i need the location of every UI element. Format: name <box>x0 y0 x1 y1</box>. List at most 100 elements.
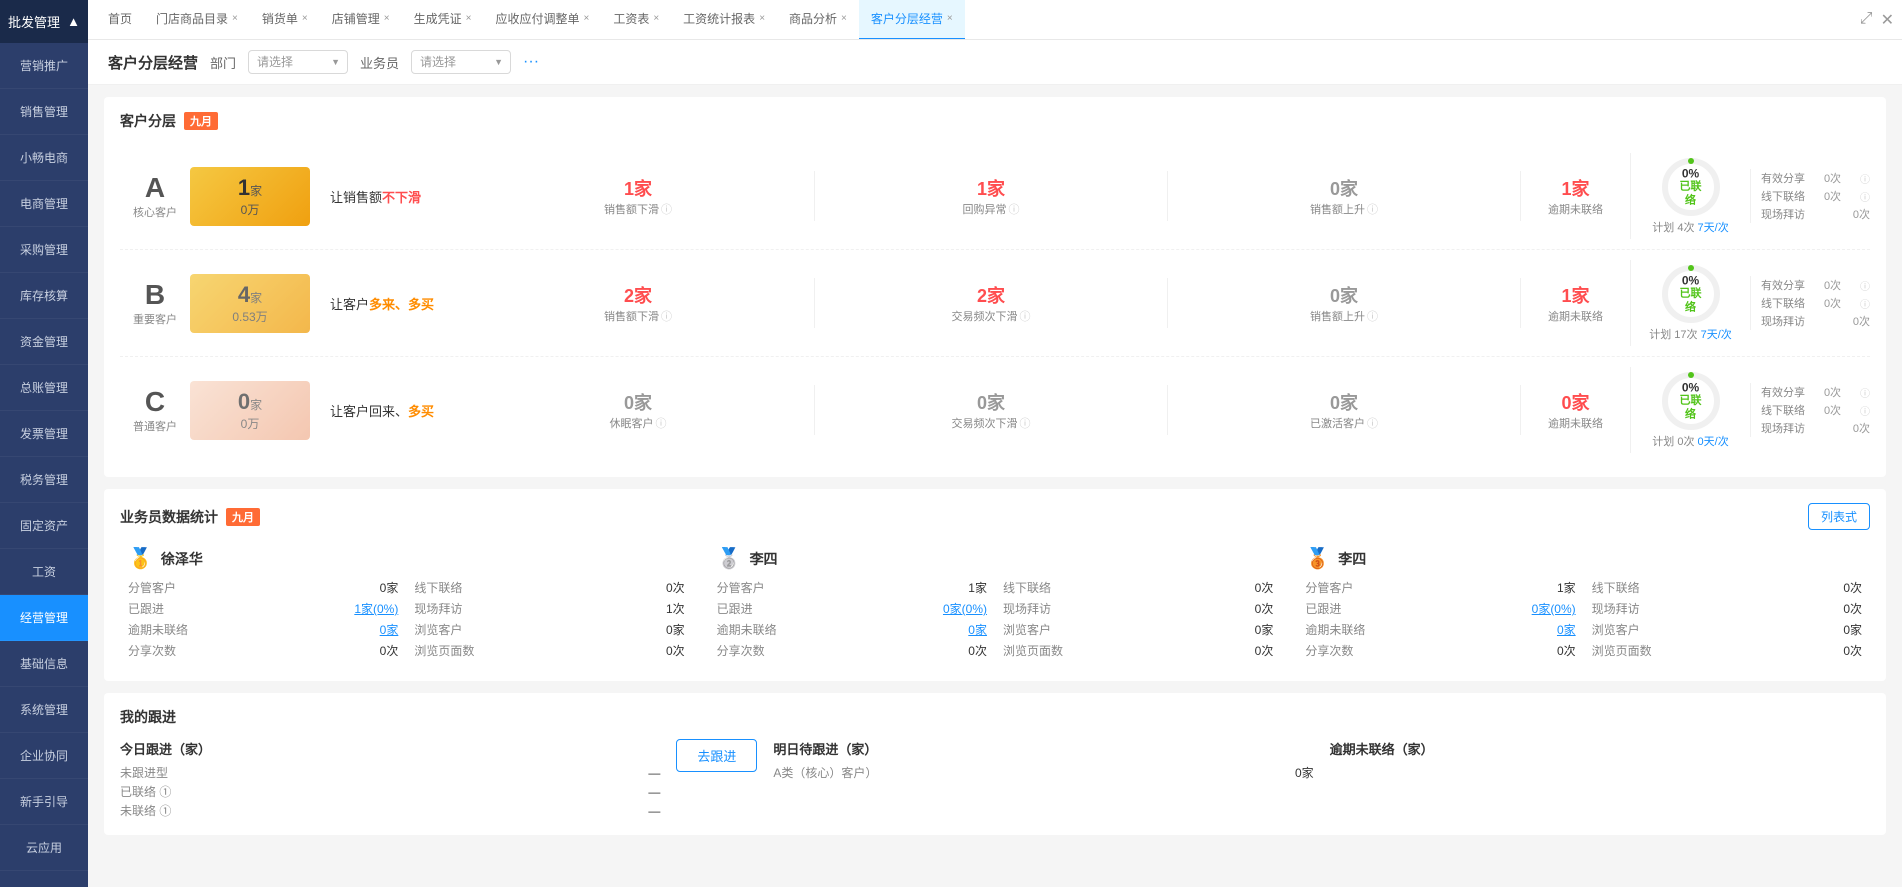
sidebar-item-电商管理[interactable]: 电商管理 <box>0 181 88 227</box>
sidebar-item-库存核算[interactable]: 库存核算 <box>0 273 88 319</box>
tab-工资统计报表[interactable]: 工资统计报表× <box>671 0 777 40</box>
tab-close-生成凭证[interactable]: × <box>466 13 472 24</box>
staff-name-row: 🥇 徐泽华 <box>128 546 685 571</box>
tier-stat-item: 0家 休眠客户 ⓘ <box>462 385 815 435</box>
tab-close-工资统计报表[interactable]: × <box>759 13 765 24</box>
tier-stat-item: 0家 交易频次下滑 ⓘ <box>815 385 1168 435</box>
go-followup-btn[interactable]: 去跟进 <box>676 739 757 772</box>
tab-close-工资表[interactable]: × <box>653 13 659 24</box>
tomorrow-col-title: 明日待跟进（家） <box>773 739 1313 758</box>
tier-slogan-B: 让客户多来、多买 <box>322 294 462 313</box>
sidebar-item-企业协同[interactable]: 企业协同 <box>0 733 88 779</box>
sidebar-item-采购管理[interactable]: 采购管理 <box>0 227 88 273</box>
tier-stat-item: 0家 销售额上升 ⓘ <box>1168 171 1520 221</box>
sales-select-wrap: 请选择 <box>411 50 511 74</box>
page-title: 客户分层经营 <box>108 52 198 73</box>
sidebar-header[interactable]: 批发管理 ▲ <box>0 0 88 43</box>
tab-close-店铺管理[interactable]: × <box>384 13 390 24</box>
tier-stats-A: 1家 销售额下滑 ⓘ 1家 回购异常 ⓘ 0家 销售额上升 ⓘ <box>462 171 1520 221</box>
tier-count-B: 4家0.53万 <box>190 274 310 333</box>
tier-count-C: 0家0万 <box>190 381 310 440</box>
customer-section: 客户分层 九月 A核心客户1家0万让销售额不下滑 1家 销售额下滑 ⓘ 1家 回… <box>104 97 1886 477</box>
right-stat-row: 线下联络 0次 ⓘ <box>1761 294 1870 312</box>
staff-stat-row: 已跟进 0家(0%) <box>717 600 987 617</box>
sidebar-settings[interactable]: ⚙ <box>0 871 88 887</box>
tab-工资表[interactable]: 工资表× <box>601 0 671 40</box>
sidebar-item-销售管理[interactable]: 销售管理 <box>0 89 88 135</box>
tier-stat-item: 2家 销售额下滑 ⓘ <box>462 278 815 328</box>
dept-select-wrap: 请选择 <box>248 50 348 74</box>
sidebar-item-工资[interactable]: 工资 <box>0 549 88 595</box>
scroll-content: 客户分层 九月 A核心客户1家0万让销售额不下滑 1家 销售额下滑 ⓘ 1家 回… <box>88 85 1902 887</box>
sidebar-item-新手引导[interactable]: 新手引导 <box>0 779 88 825</box>
staff-stat-row: 线下联络 0次 <box>414 579 684 596</box>
tier-label-C: C普通客户 <box>120 386 190 434</box>
today-followup-col: 今日跟进（家） 未跟进型 — 已联络 ① — 未联络 ① — <box>120 739 660 821</box>
tier-stats-C: 0家 休眠客户 ⓘ 0家 交易频次下滑 ⓘ 0家 已激活客户 ⓘ <box>462 385 1520 435</box>
tier-stat-item: 0家 销售额上升 ⓘ <box>1168 278 1520 328</box>
sidebar-item-小畅电商[interactable]: 小畅电商 <box>0 135 88 181</box>
staff-name-row: 🥉 李四 <box>1305 546 1862 571</box>
staff-medal-icon: 🥈 <box>717 546 742 571</box>
tab-应收应付调整单[interactable]: 应收应付调整单× <box>483 0 601 40</box>
staff-stat-row: 分享次数 0次 <box>1305 642 1575 659</box>
staff-stat-row: 浏览页面数 0次 <box>1592 642 1862 659</box>
tab-close-应收应付调整单[interactable]: × <box>583 13 589 24</box>
list-view-btn[interactable]: 列表式 <box>1808 503 1870 530</box>
tab-销货单[interactable]: 销货单× <box>250 0 320 40</box>
staff-name: 李四 <box>750 549 778 569</box>
sidebar-item-税务管理[interactable]: 税务管理 <box>0 457 88 503</box>
staff-medal-icon: 🥉 <box>1305 546 1330 571</box>
dept-label: 部门 <box>210 53 236 72</box>
sidebar-item-发票管理[interactable]: 发票管理 <box>0 411 88 457</box>
customer-section-title: 客户分层 九月 <box>120 111 1870 131</box>
right-stat-row: 有效分享 0次 ⓘ <box>1761 276 1870 294</box>
sidebar-item-营销推广[interactable]: 营销推广 <box>0 43 88 89</box>
staff-card-1: 🥈 李四 分管客户 1家 线下联络 0次 已跟进 0家(0%) 现场拜访 0次 … <box>709 538 1282 667</box>
right-stat-row: 有效分享 0次 ⓘ <box>1761 169 1870 187</box>
staff-stat-row: 分管客户 1家 <box>717 579 987 596</box>
sidebar-item-系统管理[interactable]: 系统管理 <box>0 687 88 733</box>
close-all-icon[interactable]: ✕ <box>1881 10 1894 30</box>
sales-select[interactable]: 请选择 <box>411 50 511 74</box>
sidebar-toggle-icon[interactable]: ▲ <box>67 14 80 29</box>
staff-stat-row: 分管客户 0家 <box>128 579 398 596</box>
today-row-1: 未跟进型 — <box>120 764 660 781</box>
business-section-title: 业务员数据统计 九月 <box>120 507 260 527</box>
sidebar-item-基础信息[interactable]: 基础信息 <box>0 641 88 687</box>
tier-slogan-C: 让客户回来、多买 <box>322 401 462 420</box>
tab-门店商品目录[interactable]: 门店商品目录× <box>144 0 250 40</box>
right-stat-row: 现场拜访 0次 <box>1761 205 1870 223</box>
tab-商品分析[interactable]: 商品分析× <box>777 0 859 40</box>
staff-stat-row: 逾期未联络 0家 <box>717 621 987 638</box>
staff-stat-row: 现场拜访 1次 <box>414 600 684 617</box>
tab-close-客户分层经营[interactable]: × <box>947 13 953 24</box>
tab-bar-actions: ⤢ ✕ <box>1860 10 1894 30</box>
staff-stat-row: 浏览页面数 0次 <box>414 642 684 659</box>
right-stat-row: 有效分享 0次 ⓘ <box>1761 383 1870 401</box>
business-month-badge: 九月 <box>226 508 260 526</box>
tab-close-门店商品目录[interactable]: × <box>232 13 238 24</box>
dept-select[interactable]: 请选择 <box>248 50 348 74</box>
more-filters-icon[interactable]: ··· <box>523 53 539 71</box>
tab-close-商品分析[interactable]: × <box>841 13 847 24</box>
tier-stats-B: 2家 销售额下滑 ⓘ 2家 交易频次下滑 ⓘ 0家 销售额上升 ⓘ <box>462 278 1520 328</box>
tab-生成凭证[interactable]: 生成凭证× <box>402 0 484 40</box>
sidebar-item-云应用[interactable]: 云应用 <box>0 825 88 871</box>
tab-close-销货单[interactable]: × <box>302 13 308 24</box>
sidebar-item-总账管理[interactable]: 总账管理 <box>0 365 88 411</box>
staff-stats-grid: 分管客户 1家 线下联络 0次 已跟进 0家(0%) 现场拜访 0次 逾期未联络… <box>1305 579 1862 659</box>
tab-店铺管理[interactable]: 店铺管理× <box>320 0 402 40</box>
tab-首页[interactable]: 首页 <box>96 0 144 40</box>
tomorrow-row-1: A类（核心）客户） 0家 <box>773 764 1313 781</box>
followup-title: 我的跟进 <box>120 707 1870 727</box>
sidebar-item-经营管理[interactable]: 经营管理 <box>0 595 88 641</box>
tier-contact-A: 1家 逾期未联络 <box>1520 171 1630 221</box>
business-section: 业务员数据统计 九月 列表式 🥇 徐泽华 分管客户 0家 线下联络 0次 已跟进… <box>104 489 1886 681</box>
tab-客户分层经营[interactable]: 客户分层经营× <box>859 0 965 40</box>
tier-stat-item: 2家 交易频次下滑 ⓘ <box>815 278 1168 328</box>
maximize-icon[interactable]: ⤢ <box>1860 10 1873 30</box>
tier-label-A: A核心客户 <box>120 172 190 220</box>
sidebar-item-固定资产[interactable]: 固定资产 <box>0 503 88 549</box>
sidebar-item-资金管理[interactable]: 资金管理 <box>0 319 88 365</box>
